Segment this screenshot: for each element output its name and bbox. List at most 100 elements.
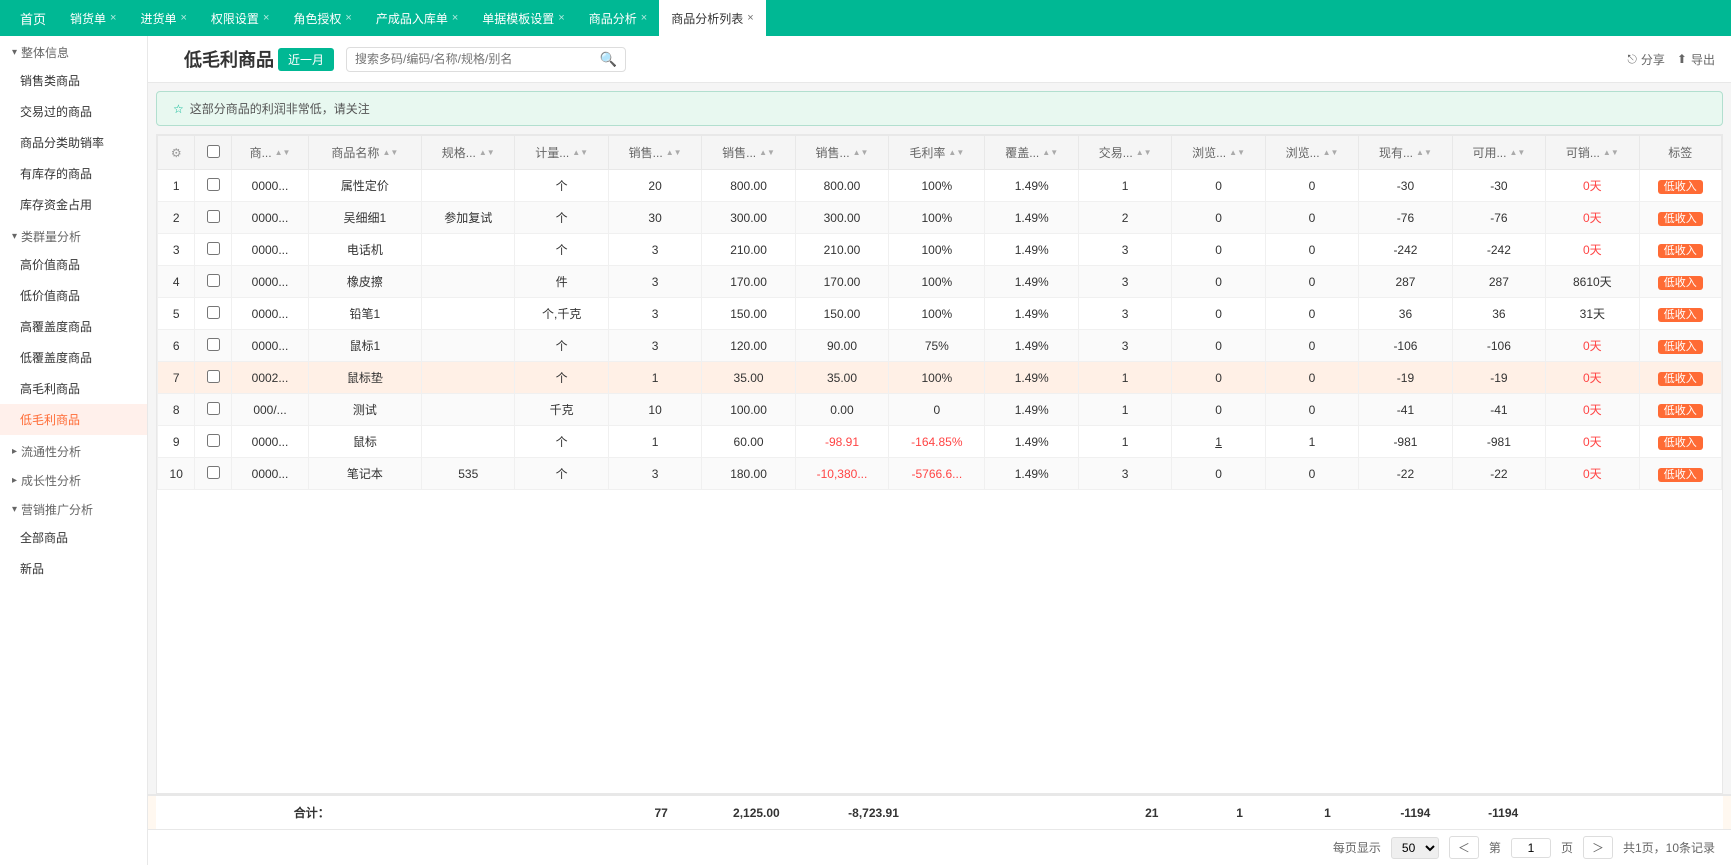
close-icon[interactable]: × — [110, 12, 116, 24]
row-browse1[interactable]: 0 — [1172, 458, 1265, 490]
row-name[interactable]: 笔记本 — [308, 458, 421, 490]
row-checkbox[interactable] — [195, 458, 232, 490]
col-browse2[interactable]: 浏览...▲▼ — [1265, 136, 1358, 170]
row-name[interactable]: 橡皮擦 — [308, 266, 421, 298]
col-sales-amount[interactable]: 销售...▲▼ — [795, 136, 888, 170]
close-icon[interactable]: × — [641, 12, 647, 24]
row-browse1[interactable]: 0 — [1172, 234, 1265, 266]
row-spec: 535 — [422, 458, 515, 490]
sidebar-item-new-goods[interactable]: 新品 — [0, 553, 147, 584]
row-name[interactable]: 鼠标1 — [308, 330, 421, 362]
row-browse1[interactable]: 1 — [1172, 426, 1265, 458]
nav-product-analysis-list[interactable]: 商品分析列表 × — [659, 0, 765, 36]
next-page-button[interactable]: ＞ — [1583, 836, 1613, 859]
tag-badge: 低收入 — [1658, 340, 1703, 354]
row-browse1[interactable]: 0 — [1172, 170, 1265, 202]
sidebar-item-low-value[interactable]: 低价值商品 — [0, 280, 147, 311]
row-checkbox[interactable] — [195, 330, 232, 362]
sidebar-group-overview[interactable]: ▾ 整体信息 — [0, 36, 147, 65]
col-unit[interactable]: 计量...▲▼ — [515, 136, 608, 170]
sidebar-item-low-coverage[interactable]: 低覆盖度商品 — [0, 342, 147, 373]
row-browse1[interactable]: 0 — [1172, 266, 1265, 298]
row-checkbox[interactable] — [195, 426, 232, 458]
row-checkbox[interactable] — [195, 170, 232, 202]
sidebar-item-all-goods[interactable]: 全部商品 — [0, 522, 147, 553]
col-tag[interactable]: 标签 — [1639, 136, 1721, 170]
time-filter-button[interactable]: 近一月 — [278, 48, 334, 71]
select-all-checkbox[interactable] — [207, 145, 220, 158]
close-icon[interactable]: × — [558, 12, 564, 24]
col-spec[interactable]: 规格...▲▼ — [422, 136, 515, 170]
row-browse1[interactable]: 0 — [1172, 362, 1265, 394]
close-icon[interactable]: × — [747, 12, 753, 24]
chevron-right-icon: ▸ — [12, 446, 17, 457]
row-checkbox[interactable] — [195, 362, 232, 394]
per-page-select[interactable]: 50 — [1391, 837, 1439, 859]
row-name[interactable]: 鼠标垫 — [308, 362, 421, 394]
col-code[interactable]: 商...▲▼ — [232, 136, 308, 170]
sidebar-item-stock-goods[interactable]: 有库存的商品 — [0, 158, 147, 189]
col-gross-margin[interactable]: 毛利率▲▼ — [889, 136, 985, 170]
nav-product-stock[interactable]: 产成品入库单 × — [364, 0, 470, 36]
row-browse1[interactable]: 0 — [1172, 394, 1265, 426]
row-browse1[interactable]: 0 — [1172, 202, 1265, 234]
col-transaction[interactable]: 交易...▲▼ — [1078, 136, 1171, 170]
row-name[interactable]: 鼠标 — [308, 426, 421, 458]
sidebar-item-low-margin[interactable]: 低毛利商品 — [0, 404, 147, 435]
nav-sales[interactable]: 销货单 × — [58, 0, 128, 36]
sidebar: ▾ 整体信息 销售类商品 交易过的商品 商品分类助销率 有库存的商品 库存资金占… — [0, 36, 148, 865]
row-name[interactable]: 铅笔1 — [308, 298, 421, 330]
close-icon[interactable]: × — [263, 12, 269, 24]
col-browse1[interactable]: 浏览...▲▼ — [1172, 136, 1265, 170]
sidebar-item-sales-goods[interactable]: 销售类商品 — [0, 65, 147, 96]
col-sales-qty[interactable]: 销售...▲▼ — [608, 136, 701, 170]
nav-home[interactable]: 首页 — [8, 0, 58, 36]
row-sales-qty: 20 — [608, 170, 701, 202]
nav-roles[interactable]: 角色授权 × — [281, 0, 363, 36]
row-checkbox[interactable] — [195, 298, 232, 330]
page-input[interactable] — [1511, 838, 1551, 858]
close-icon[interactable]: × — [180, 12, 186, 24]
row-name[interactable]: 属性定价 — [308, 170, 421, 202]
export-button[interactable]: ⬆ 导出 — [1677, 51, 1715, 68]
row-checkbox[interactable] — [195, 394, 232, 426]
row-spec — [422, 234, 515, 266]
col-sales-price[interactable]: 销售...▲▼ — [702, 136, 795, 170]
close-icon[interactable]: × — [345, 12, 351, 24]
col-available[interactable]: 可用...▲▼ — [1452, 136, 1545, 170]
col-current[interactable]: 现有...▲▼ — [1359, 136, 1452, 170]
search-icon[interactable]: 🔍 — [600, 51, 617, 68]
nav-purchase[interactable]: 进货单 × — [128, 0, 198, 36]
sidebar-item-high-margin[interactable]: 高毛利商品 — [0, 373, 147, 404]
row-checkbox[interactable] — [195, 234, 232, 266]
settings-icon[interactable]: ⚙ — [171, 146, 182, 160]
sidebar-item-high-coverage[interactable]: 高覆盖度商品 — [0, 311, 147, 342]
sidebar-item-traded-goods[interactable]: 交易过的商品 — [0, 96, 147, 127]
sidebar-item-category-sales[interactable]: 商品分类助销率 — [0, 127, 147, 158]
col-coverage[interactable]: 覆盖...▲▼ — [985, 136, 1078, 170]
col-settings[interactable]: ⚙ — [158, 136, 195, 170]
search-input[interactable] — [355, 52, 600, 66]
close-icon[interactable]: × — [452, 12, 458, 24]
nav-permissions[interactable]: 权限设置 × — [199, 0, 281, 36]
sidebar-group-cluster[interactable]: ▾ 类群量分析 — [0, 220, 147, 249]
sidebar-group-marketing[interactable]: ▾ 营销推广分析 — [0, 493, 147, 522]
prev-page-button[interactable]: ＜ — [1449, 836, 1479, 859]
row-name[interactable]: 电话机 — [308, 234, 421, 266]
sidebar-group-circulation[interactable]: ▸ 流通性分析 — [0, 435, 147, 464]
nav-product-analysis[interactable]: 商品分析 × — [577, 0, 659, 36]
share-button[interactable]: ⎋ 分享 — [1627, 51, 1665, 68]
col-sellable[interactable]: 可销...▲▼ — [1546, 136, 1639, 170]
row-name[interactable]: 测试 — [308, 394, 421, 426]
row-browse1[interactable]: 0 — [1172, 330, 1265, 362]
row-checkbox[interactable] — [195, 202, 232, 234]
nav-template-settings[interactable]: 单据模板设置 × — [470, 0, 576, 36]
sidebar-item-high-value[interactable]: 高价值商品 — [0, 249, 147, 280]
data-table-wrap: ⚙ 商...▲▼ 商品名称▲▼ 规格...▲▼ 计量...▲▼ 销售...▲▼ … — [156, 134, 1723, 794]
col-name[interactable]: 商品名称▲▼ — [308, 136, 421, 170]
row-name[interactable]: 吴细细1 — [308, 202, 421, 234]
row-checkbox[interactable] — [195, 266, 232, 298]
row-browse1[interactable]: 0 — [1172, 298, 1265, 330]
sidebar-item-stock-capital[interactable]: 库存资金占用 — [0, 189, 147, 220]
sidebar-group-growth[interactable]: ▸ 成长性分析 — [0, 464, 147, 493]
